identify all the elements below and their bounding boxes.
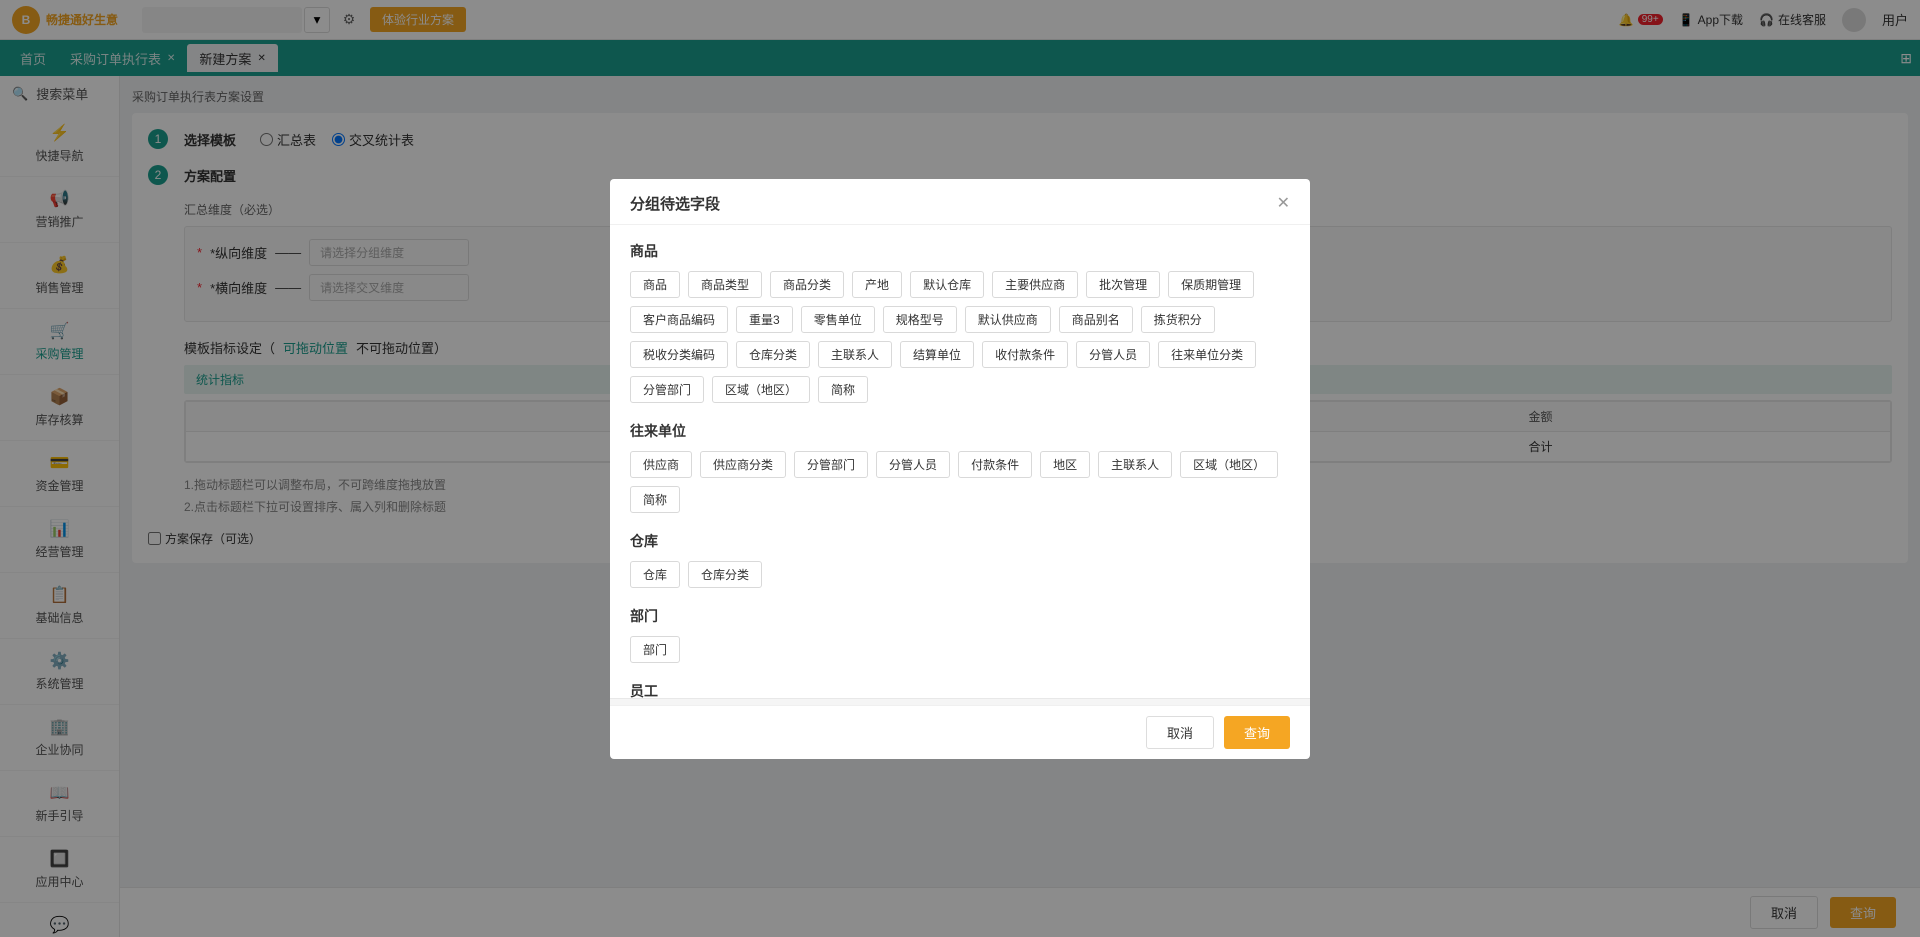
field-tag[interactable]: 拣货积分 xyxy=(1141,306,1215,333)
field-tag[interactable]: 保质期管理 xyxy=(1168,271,1254,298)
field-group-partner: 往来单位 供应商 供应商分类 分管部门 分管人员 付款条件 地区 主联系人 区域… xyxy=(630,421,1290,513)
field-group-department: 部门 部门 xyxy=(630,606,1290,663)
modal-confirm-button[interactable]: 查询 xyxy=(1224,716,1290,749)
modal-header: 分组待选字段 ✕ xyxy=(610,179,1310,225)
field-tag[interactable]: 供应商 xyxy=(630,451,692,478)
field-tag[interactable]: 仓库 xyxy=(630,561,680,588)
field-tag[interactable]: 分管部门 xyxy=(630,376,704,403)
modal-cancel-button[interactable]: 取消 xyxy=(1146,716,1214,749)
field-tag[interactable]: 分管人员 xyxy=(1076,341,1150,368)
field-tag[interactable]: 批次管理 xyxy=(1086,271,1160,298)
field-tag[interactable]: 供应商分类 xyxy=(700,451,786,478)
field-tag[interactable]: 收付款条件 xyxy=(982,341,1068,368)
field-tag[interactable]: 往来单位分类 xyxy=(1158,341,1256,368)
field-group-product: 商品 商品 商品类型 商品分类 产地 默认仓库 主要供应商 批次管理 保质期管理… xyxy=(630,241,1290,403)
modal-hscroll-track[interactable] xyxy=(610,699,1310,704)
modal-close-button[interactable]: ✕ xyxy=(1277,193,1290,213)
modal-dialog: 分组待选字段 ✕ 商品 商品 商品类型 商品分类 产地 默认仓库 主要供应商 批… xyxy=(610,179,1310,759)
partner-field-tags: 供应商 供应商分类 分管部门 分管人员 付款条件 地区 主联系人 区域（地区） … xyxy=(630,451,1290,513)
modal-overlay[interactable]: 分组待选字段 ✕ 商品 商品 商品类型 商品分类 产地 默认仓库 主要供应商 批… xyxy=(0,0,1920,937)
warehouse-field-tags: 仓库 仓库分类 xyxy=(630,561,1290,588)
field-tag[interactable]: 主要供应商 xyxy=(992,271,1078,298)
field-tag[interactable]: 仓库分类 xyxy=(688,561,762,588)
field-group-product-title: 商品 xyxy=(630,241,1290,261)
modal-body[interactable]: 商品 商品 商品类型 商品分类 产地 默认仓库 主要供应商 批次管理 保质期管理… xyxy=(610,225,1310,699)
field-tag[interactable]: 主联系人 xyxy=(818,341,892,368)
field-tag[interactable]: 区域（地区） xyxy=(1180,451,1278,478)
field-group-warehouse: 仓库 仓库 仓库分类 xyxy=(630,531,1290,588)
field-tag[interactable]: 简称 xyxy=(630,486,680,513)
field-tag[interactable]: 主联系人 xyxy=(1098,451,1172,478)
field-tag[interactable]: 商品分类 xyxy=(770,271,844,298)
department-field-tags: 部门 xyxy=(630,636,1290,663)
field-tag[interactable]: 部门 xyxy=(630,636,680,663)
field-tag[interactable]: 简称 xyxy=(818,376,868,403)
modal-title: 分组待选字段 xyxy=(630,193,720,214)
field-group-partner-title: 往来单位 xyxy=(630,421,1290,441)
field-tag[interactable]: 分管部门 xyxy=(794,451,868,478)
field-tag[interactable]: 仓库分类 xyxy=(736,341,810,368)
field-group-department-title: 部门 xyxy=(630,606,1290,626)
field-tag[interactable]: 税收分类编码 xyxy=(630,341,728,368)
field-tag[interactable]: 付款条件 xyxy=(958,451,1032,478)
field-tag[interactable]: 零售单位 xyxy=(801,306,875,333)
field-tag[interactable]: 商品类型 xyxy=(688,271,762,298)
field-tag[interactable]: 商品 xyxy=(630,271,680,298)
product-field-tags: 商品 商品类型 商品分类 产地 默认仓库 主要供应商 批次管理 保质期管理 客户… xyxy=(630,271,1290,403)
field-tag[interactable]: 区域（地区） xyxy=(712,376,810,403)
field-group-employee-title: 员工 xyxy=(630,681,1290,699)
field-tag[interactable]: 产地 xyxy=(852,271,902,298)
field-tag[interactable]: 默认供应商 xyxy=(965,306,1051,333)
field-tag[interactable]: 结算单位 xyxy=(900,341,974,368)
field-group-employee: 员工 业务员 xyxy=(630,681,1290,699)
field-tag[interactable]: 商品别名 xyxy=(1059,306,1133,333)
field-tag[interactable]: 客户商品编码 xyxy=(630,306,728,333)
modal-footer: 取消 查询 xyxy=(610,705,1310,759)
field-tag[interactable]: 地区 xyxy=(1040,451,1090,478)
field-tag[interactable]: 规格型号 xyxy=(883,306,957,333)
modal-hscroll[interactable] xyxy=(610,698,1310,704)
field-tag[interactable]: 默认仓库 xyxy=(910,271,984,298)
field-tag[interactable]: 重量3 xyxy=(736,306,793,333)
field-tag[interactable]: 分管人员 xyxy=(876,451,950,478)
field-group-warehouse-title: 仓库 xyxy=(630,531,1290,551)
